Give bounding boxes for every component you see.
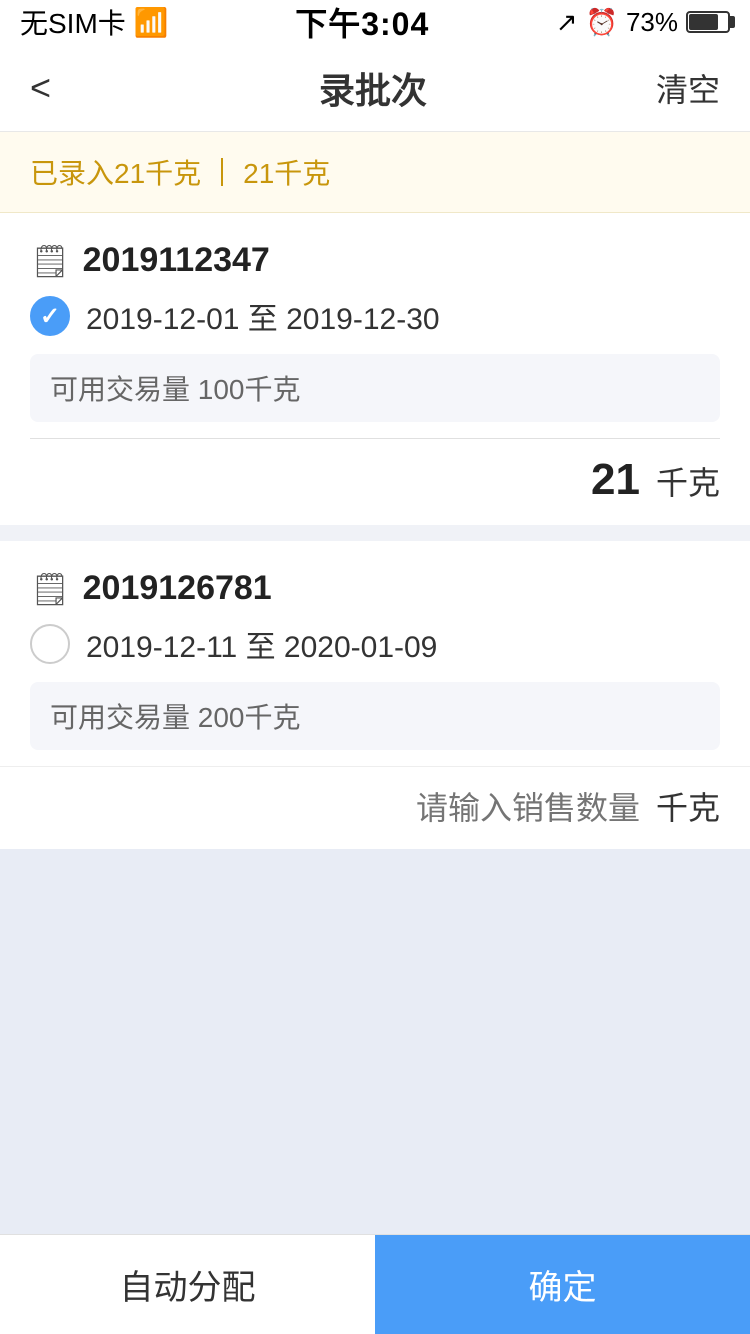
status-bar: 无SIM卡 📶 下午3:04 ↗ ⏰ 73% <box>0 0 750 44</box>
summary-divider <box>221 158 223 186</box>
batch-header-2: 🗒 2019126781 <box>30 569 720 608</box>
batch-date-row-1[interactable]: 2019-12-01 至 2019-12-30 <box>30 294 720 338</box>
batch-doc-icon-1: 🗒 <box>30 242 71 280</box>
batch-date-2: 2019-12-11 至 2020-01-09 <box>86 622 437 666</box>
wifi-icon: 📶 <box>134 6 169 39</box>
batch-date-row-2[interactable]: 2019-12-11 至 2020-01-09 <box>30 622 720 666</box>
batch-item-1: 🗒 2019112347 2019-12-01 至 2019-12-30 可用交… <box>0 213 750 422</box>
summary-recorded-label: 已录入21千克 <box>30 152 201 192</box>
batch-radio-2[interactable] <box>30 624 70 664</box>
amount-unit-1: 千克 <box>656 458 720 504</box>
batch-doc-icon-2: 🗒 <box>30 570 71 608</box>
footer: 自动分配 确定 <box>0 1234 750 1334</box>
available-box-1: 可用交易量 100千克 <box>30 354 720 422</box>
batch-id-1: 2019112347 <box>83 241 270 280</box>
gps-icon: ↗ <box>556 7 578 38</box>
auto-distribute-button[interactable]: 自动分配 <box>0 1235 375 1334</box>
batch-date-1: 2019-12-01 至 2019-12-30 <box>86 294 440 338</box>
batch-item-2: 🗒 2019126781 2019-12-11 至 2020-01-09 可用交… <box>0 541 750 750</box>
status-time: 下午3:04 <box>295 0 429 45</box>
status-left: 无SIM卡 📶 <box>20 2 169 42</box>
back-button[interactable]: < <box>30 67 90 109</box>
carrier-text: 无SIM卡 <box>20 2 126 42</box>
battery-fill <box>689 14 718 30</box>
batch-card-1: 🗒 2019112347 2019-12-01 至 2019-12-30 可用交… <box>0 213 750 525</box>
page-title: 录批次 <box>319 62 427 114</box>
nav-bar: < 录批次 清空 <box>0 44 750 132</box>
amount-unit-2: 千克 <box>656 783 720 829</box>
status-right: ↗ ⏰ 73% <box>556 7 730 38</box>
amount-input-2[interactable] <box>30 790 640 827</box>
confirm-button[interactable]: 确定 <box>375 1235 750 1334</box>
amount-input-row-2[interactable]: 千克 <box>0 766 750 849</box>
batch-header-1: 🗒 2019112347 <box>30 241 720 280</box>
batch-id-2: 2019126781 <box>83 569 272 608</box>
batch-card-2: 🗒 2019126781 2019-12-11 至 2020-01-09 可用交… <box>0 541 750 849</box>
alarm-icon: ⏰ <box>586 7 618 38</box>
amount-value-1: 21 <box>591 455 640 505</box>
available-box-2: 可用交易量 200千克 <box>30 682 720 750</box>
batch-radio-1[interactable] <box>30 296 70 336</box>
clear-button[interactable]: 清空 <box>656 65 720 111</box>
summary-value: 21千克 <box>243 152 330 192</box>
amount-row-1: 21 千克 <box>0 439 750 525</box>
battery-icon <box>686 11 730 33</box>
bottom-space <box>0 849 750 1249</box>
summary-banner: 已录入21千克 21千克 <box>0 132 750 213</box>
battery-percent: 73% <box>626 7 678 38</box>
section-divider <box>0 525 750 541</box>
